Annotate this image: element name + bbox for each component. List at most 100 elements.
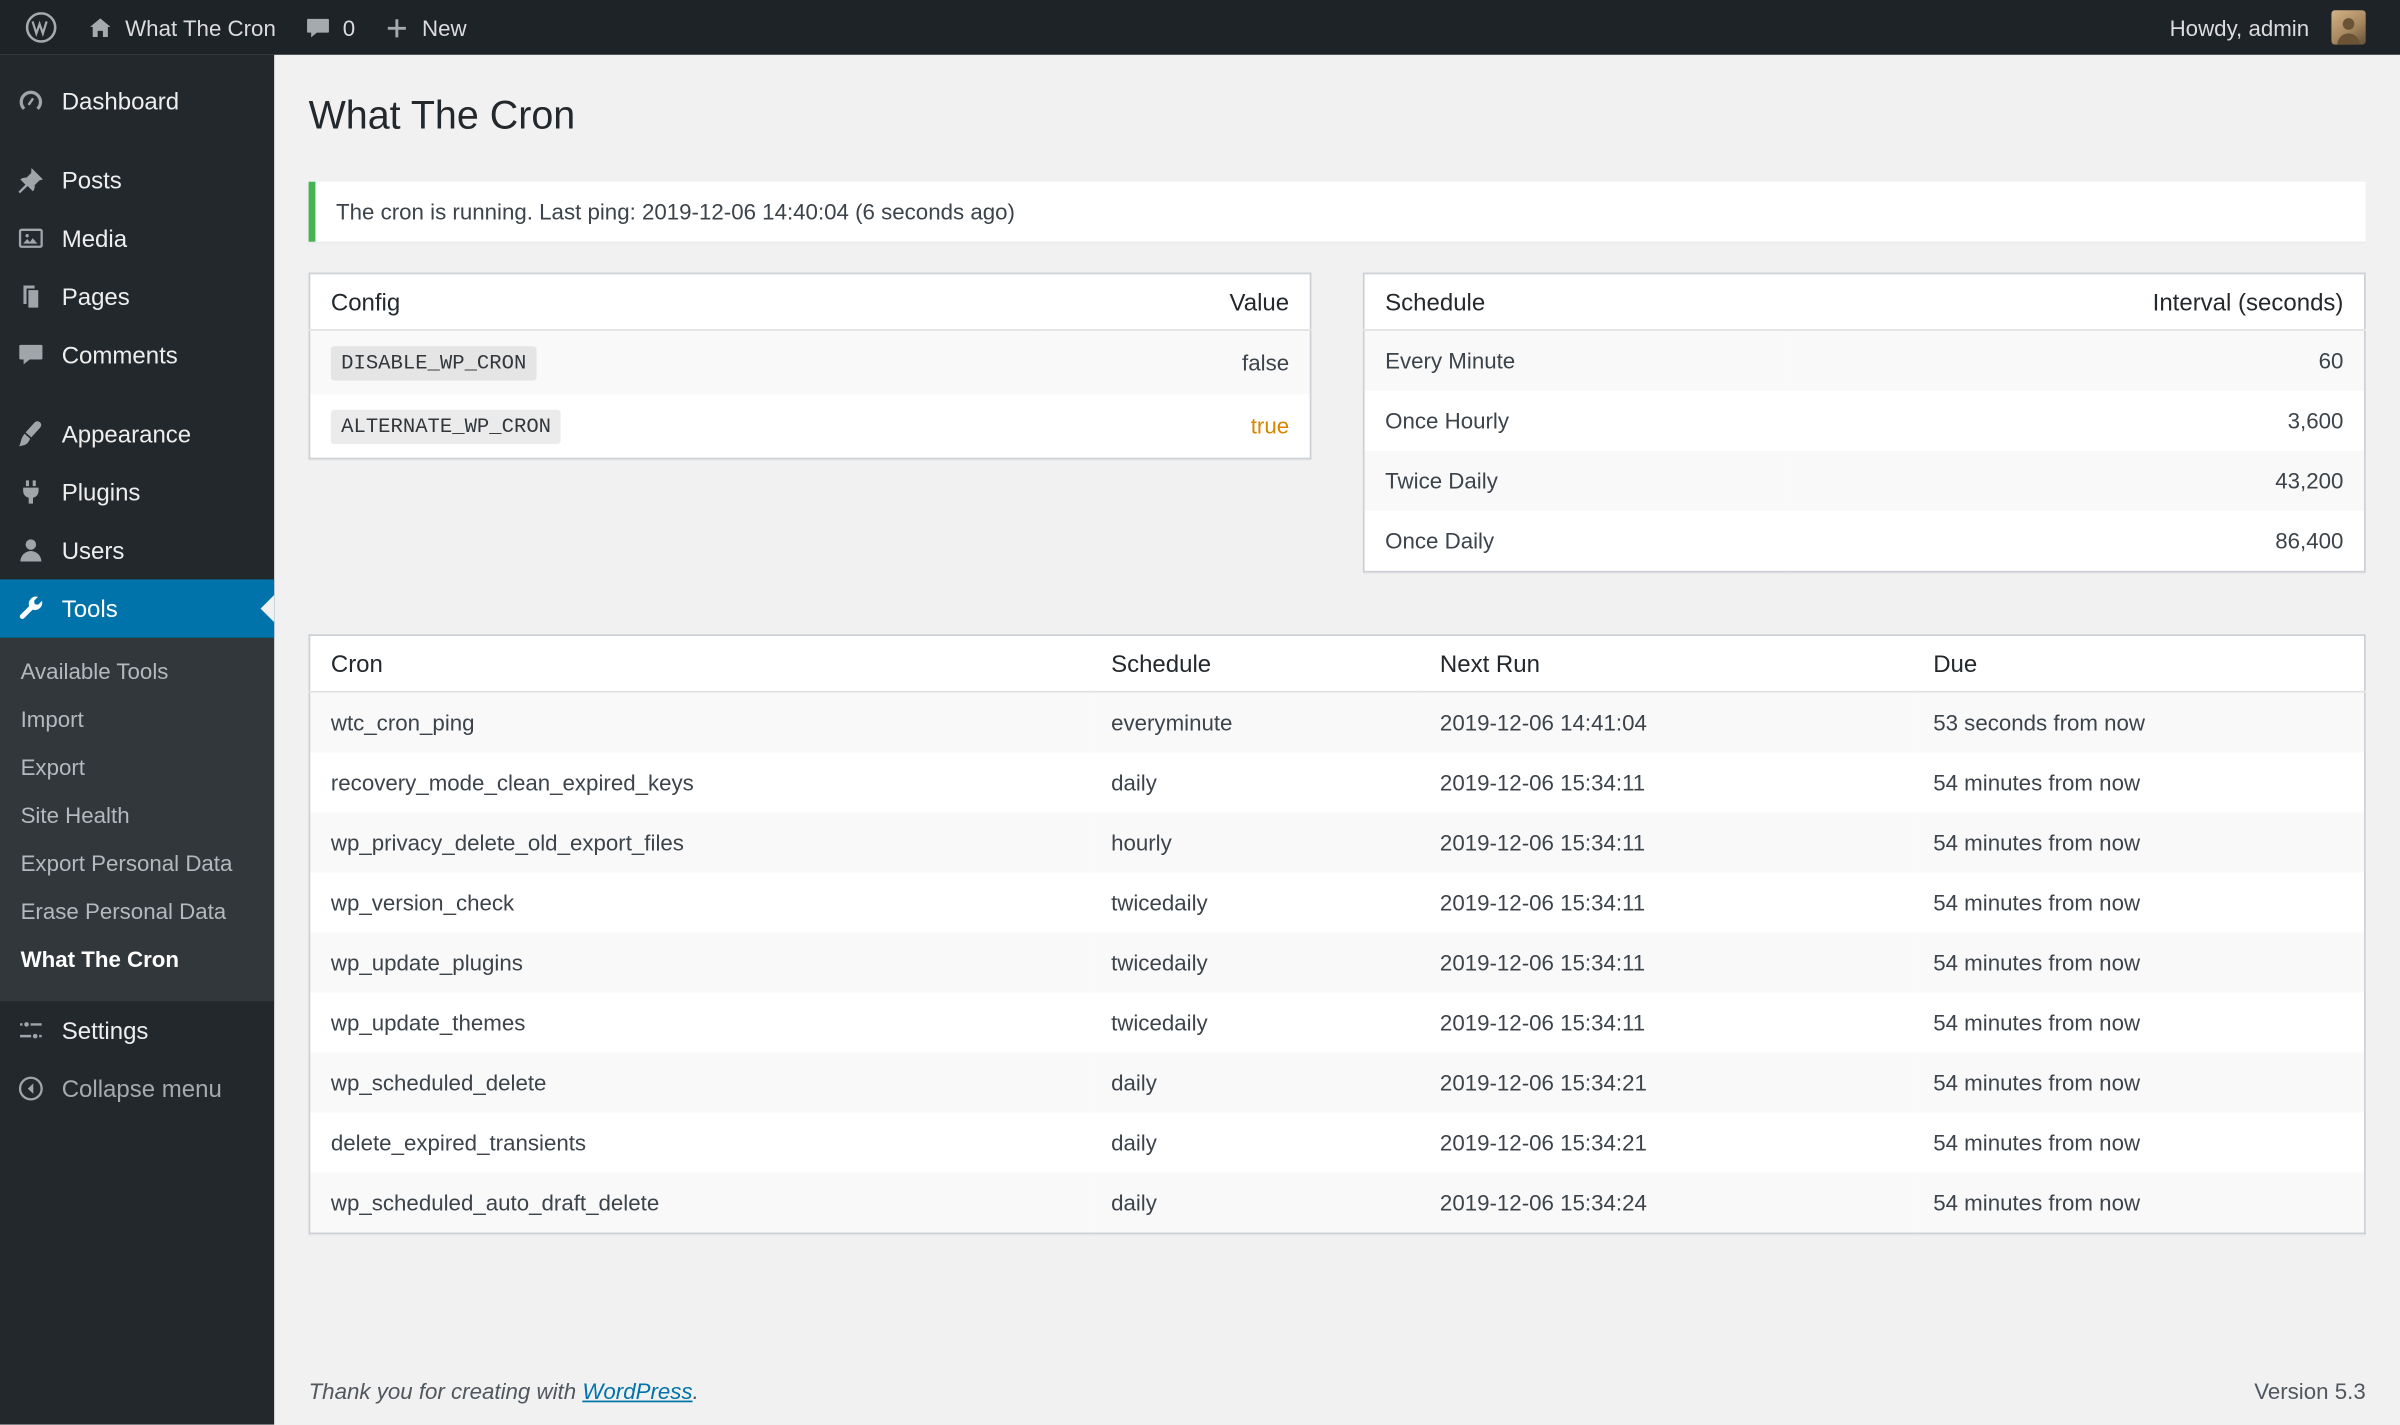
site-name-link[interactable]: What The Cron [72, 0, 290, 55]
comments-bubble-icon [303, 13, 332, 42]
cron-schedule: daily [1091, 1053, 1420, 1113]
new-content-menu[interactable]: New [369, 0, 480, 55]
sidebar-item-label: Tools [62, 591, 118, 625]
cron-next-run: 2019-12-06 14:41:04 [1419, 692, 1912, 753]
cron-next-run: 2019-12-06 15:34:11 [1419, 933, 1912, 993]
cron-next-run: 2019-12-06 15:34:11 [1419, 753, 1912, 813]
cron-due-header: Due [1913, 635, 2365, 692]
table-row: Every Minute 60 [1364, 330, 2365, 391]
cron-due: 54 minutes from now [1913, 1113, 2365, 1173]
sidebar-item-tools[interactable]: Tools [0, 579, 274, 637]
table-row: wp_privacy_delete_old_export_files hourl… [309, 813, 2364, 873]
table-row: delete_expired_transients daily 2019-12-… [309, 1113, 2364, 1173]
cron-table: Cron Schedule Next Run Due wtc_cron_ping… [309, 634, 2366, 1234]
wordpress-logo-icon [24, 10, 58, 44]
cron-name: wp_update_themes [309, 993, 1090, 1053]
sidebar-item-comments[interactable]: Comments [0, 326, 274, 384]
sidebar-item-media[interactable]: Media [0, 209, 274, 267]
cron-next-run-header: Next Run [1419, 635, 1912, 692]
cron-due: 54 minutes from now [1913, 993, 2365, 1053]
cron-next-run: 2019-12-06 15:34:21 [1419, 1113, 1912, 1173]
comments-link[interactable]: 0 [290, 0, 369, 55]
cron-name: recovery_mode_clean_expired_keys [309, 753, 1090, 813]
table-header-row: Schedule Interval (seconds) [1364, 273, 2365, 330]
media-icon [14, 221, 48, 255]
config-value: true [1039, 394, 1311, 458]
footer-period: . [693, 1379, 699, 1405]
avatar [2331, 10, 2365, 44]
page-title: What The Cron [309, 91, 2366, 139]
collapse-icon [14, 1071, 48, 1105]
new-label: New [422, 15, 467, 41]
submenu-item-site-health[interactable]: Site Health [0, 792, 274, 840]
comments-count: 0 [343, 15, 355, 41]
submenu-item-available-tools[interactable]: Available Tools [0, 648, 274, 696]
howdy-account-menu[interactable]: Howdy, admin [2156, 0, 2380, 55]
cron-next-run: 2019-12-06 15:34:11 [1419, 873, 1912, 933]
collapse-menu-button[interactable]: Collapse menu [0, 1059, 274, 1117]
schedule-name: Twice Daily [1364, 451, 1790, 511]
schedule-name: Once Hourly [1364, 391, 1790, 451]
cron-name: wp_scheduled_delete [309, 1053, 1090, 1113]
menu-separator [0, 130, 274, 151]
table-row: DISABLE_WP_CRON false [309, 330, 1310, 394]
admin-menu: Dashboard Posts Media [0, 72, 274, 1118]
cron-table-wrap: Cron Schedule Next Run Due wtc_cron_ping… [309, 634, 2366, 1234]
schedule-interval: 43,200 [1789, 451, 2365, 511]
sidebar-item-label: Pages [62, 279, 130, 313]
site-name-label: What The Cron [125, 15, 276, 41]
config-key: DISABLE_WP_CRON [331, 346, 537, 380]
cron-header: Cron [309, 635, 1090, 692]
table-row: wp_update_themes twicedaily 2019-12-06 1… [309, 993, 2364, 1053]
sidebar-item-label: Users [62, 533, 125, 567]
sidebar-item-label: Posts [62, 163, 122, 197]
settings-icon [14, 1013, 48, 1047]
cron-schedule: daily [1091, 753, 1420, 813]
admin-bar: What The Cron 0 New Howdy, admin [0, 0, 2400, 55]
sidebar-item-settings[interactable]: Settings [0, 1001, 274, 1059]
sidebar-item-posts[interactable]: Posts [0, 151, 274, 209]
schedule-interval: 86,400 [1789, 511, 2365, 572]
plugins-icon [14, 475, 48, 509]
submenu-item-export[interactable]: Export [0, 744, 274, 792]
schedule-name: Every Minute [1364, 330, 1790, 391]
table-row: wtc_cron_ping everyminute 2019-12-06 14:… [309, 692, 2364, 753]
comments-icon [14, 338, 48, 372]
wordpress-link[interactable]: WordPress [582, 1379, 692, 1405]
sidebar-item-pages[interactable]: Pages [0, 267, 274, 325]
notice-text: The cron is running. Last ping: 2019-12-… [336, 199, 1015, 225]
cron-name: wtc_cron_ping [309, 692, 1090, 753]
cron-due: 54 minutes from now [1913, 1053, 2365, 1113]
cron-next-run: 2019-12-06 15:34:24 [1419, 1173, 1912, 1234]
wordpress-admin: What The Cron 0 New Howdy, admin [0, 0, 2400, 1425]
pages-icon [14, 279, 48, 313]
schedule-table: Schedule Interval (seconds) Every Minute… [1363, 273, 2366, 573]
submenu-item-import[interactable]: Import [0, 696, 274, 744]
cron-next-run: 2019-12-06 15:34:21 [1419, 1053, 1912, 1113]
submenu-item-erase-personal-data[interactable]: Erase Personal Data [0, 888, 274, 936]
submenu-item-what-the-cron[interactable]: What The Cron [0, 936, 274, 984]
home-icon [86, 13, 115, 42]
config-value-header: Value [1039, 273, 1311, 330]
cron-due: 54 minutes from now [1913, 813, 2365, 873]
cron-due: 54 minutes from now [1913, 933, 2365, 993]
sidebar-item-label: Comments [62, 338, 178, 372]
table-row: wp_scheduled_auto_draft_delete daily 201… [309, 1173, 2364, 1234]
admin-frame: Dashboard Posts Media [0, 55, 2400, 1425]
submenu-item-export-personal-data[interactable]: Export Personal Data [0, 840, 274, 888]
cron-name: wp_scheduled_auto_draft_delete [309, 1173, 1090, 1234]
config-key: ALTERNATE_WP_CRON [331, 410, 561, 444]
cron-name: delete_expired_transients [309, 1113, 1090, 1173]
sidebar-item-dashboard[interactable]: Dashboard [0, 72, 274, 130]
sidebar-item-appearance[interactable]: Appearance [0, 405, 274, 463]
table-header-row: Cron Schedule Next Run Due [309, 635, 2364, 692]
schedule-interval: 3,600 [1789, 391, 2365, 451]
config-header: Config [309, 273, 1038, 330]
sidebar-item-plugins[interactable]: Plugins [0, 463, 274, 521]
plus-icon [383, 13, 412, 42]
wp-logo-menu[interactable] [10, 0, 72, 55]
cron-schedule: daily [1091, 1113, 1420, 1173]
sidebar-item-users[interactable]: Users [0, 521, 274, 579]
cron-name: wp_version_check [309, 873, 1090, 933]
schedule-header: Schedule [1364, 273, 1790, 330]
